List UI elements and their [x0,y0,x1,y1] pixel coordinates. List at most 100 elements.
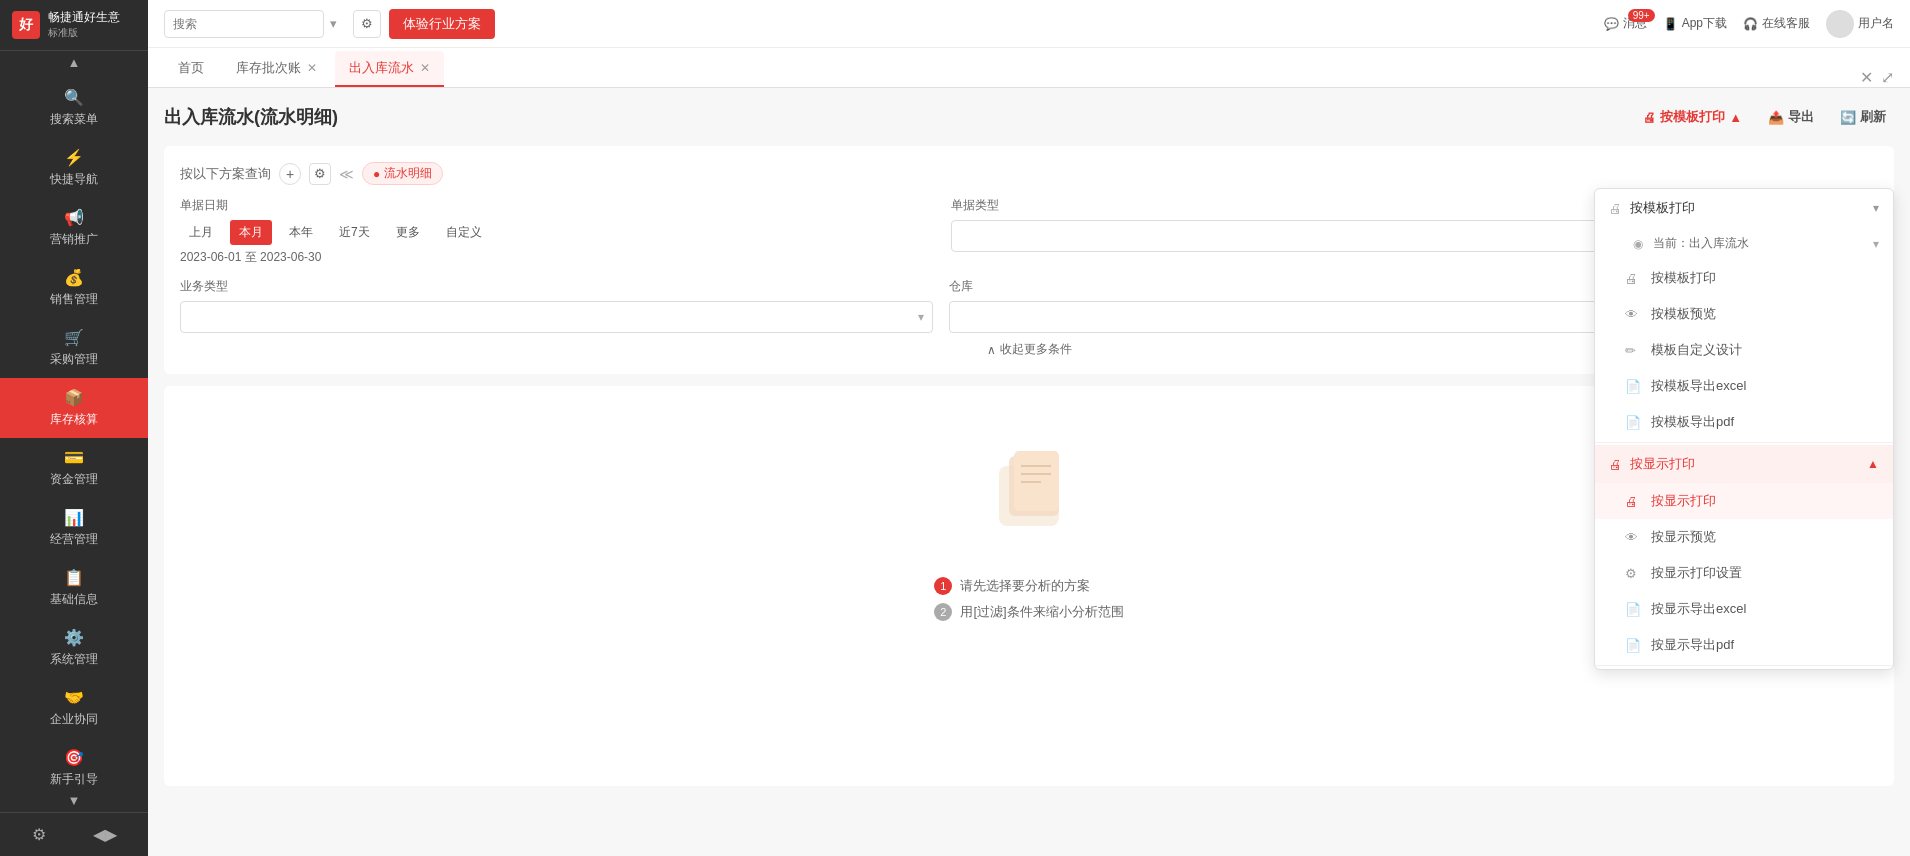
print-template-button[interactable]: 🖨 按模板打印 ▲ [1635,104,1750,130]
sidebar-item-enterprise-label: 企业协同 [50,711,98,728]
dropdown-template-custom-item[interactable]: ✏ 模板自定义设计 [1595,332,1893,368]
window-expand-button[interactable]: ⤢ [1881,68,1894,87]
filter-voucher-select[interactable]: ▾ [951,220,1706,252]
dropdown-display-print-header[interactable]: 🖨 按显示打印 ▲ [1595,445,1893,483]
tab-bar: 首页 库存批次账 ✕ 出入库流水 ✕ ✕ ⤢ [148,48,1910,88]
sidebar-scroll-down[interactable]: ▼ [0,789,148,812]
filter-business-dropdown-icon: ▾ [918,310,924,324]
template-export-pdf-icon: 📄 [1625,415,1641,430]
dropdown-display-export-excel-item[interactable]: 📄 按显示导出excel [1595,591,1893,627]
date-btn-more[interactable]: 更多 [387,220,429,245]
sidebar-item-sales[interactable]: 💰 销售管理 [0,258,148,318]
filter-business-select[interactable]: ▾ [180,301,933,333]
dropdown-display-preview-item[interactable]: 👁 按显示预览 [1595,519,1893,555]
refresh-label: 刷新 [1860,108,1886,126]
filter-add-button[interactable]: + [279,163,301,185]
user-avatar [1826,10,1854,38]
sidebar-item-marketing[interactable]: 📢 营销推广 [0,198,148,258]
sidebar-item-operation[interactable]: 📊 经营管理 [0,498,148,558]
sidebar-item-quick-nav-label: 快捷导航 [50,171,98,188]
sidebar-item-basic[interactable]: 📋 基础信息 [0,558,148,618]
display-export-excel-icon: 📄 [1625,602,1641,617]
tab-batch-account-close[interactable]: ✕ [307,61,317,75]
template-print-arrow-icon: ▾ [1873,201,1879,215]
sidebar-item-system[interactable]: ⚙️ 系统管理 [0,618,148,678]
tab-inventory-flow-close[interactable]: ✕ [420,61,430,75]
current-label-arrow[interactable]: ▾ [1873,237,1879,251]
operation-icon: 📊 [64,508,84,527]
sidebar-settings-btn[interactable]: ⚙ [32,825,46,844]
date-btn-this-year[interactable]: 本年 [280,220,322,245]
display-print-item-label: 按显示打印 [1651,492,1716,510]
export-button[interactable]: 📤 导出 [1760,104,1822,130]
dropdown-template-export-excel-item[interactable]: 📄 按模板导出excel [1595,368,1893,404]
display-export-pdf-label: 按显示导出pdf [1651,636,1734,654]
sidebar-scroll-up[interactable]: ▲ [0,51,148,74]
app-download-icon: 📱 [1663,17,1678,31]
topbar-gear-button[interactable]: ⚙ [353,10,381,38]
window-close-button[interactable]: ✕ [1860,68,1873,87]
template-print-item-icon: 🖨 [1625,271,1641,286]
sidebar-item-quick-nav[interactable]: ⚡ 快捷导航 [0,138,148,198]
export-icon: 📤 [1768,110,1784,125]
filter-date-label: 单据日期 [180,197,935,214]
dropdown-template-print-item[interactable]: 🖨 按模板打印 [1595,260,1893,296]
sidebar-item-newbie[interactable]: 🎯 新手引导 [0,738,148,789]
dropdown-template-preview-item[interactable]: 👁 按模板预览 [1595,296,1893,332]
collapse-label: 收起更多条件 [1000,341,1072,358]
sidebar-item-finance[interactable]: 💳 资金管理 [0,438,148,498]
page-content: 出入库流水(流水明细) 🖨 按模板打印 ▲ 📤 导出 🔄 刷新 [148,88,1910,856]
app-download-button[interactable]: 📱 App下载 [1663,15,1727,32]
message-icon: 💬 [1604,17,1619,31]
refresh-button[interactable]: 🔄 刷新 [1832,104,1894,130]
display-export-pdf-icon: 📄 [1625,638,1641,653]
basic-icon: 📋 [64,568,84,587]
filter-warehouse-label: 仓库 [949,278,1702,295]
online-service-label: 在线客服 [1762,15,1810,32]
tab-inventory-flow[interactable]: 出入库流水 ✕ [335,51,444,87]
message-button[interactable]: 💬 消息 99+ [1604,15,1647,32]
dropdown-template-export-pdf-item[interactable]: 📄 按模板导出pdf [1595,404,1893,440]
current-label-text: 当前：出入库流水 [1653,235,1749,252]
dropdown-default-settings-header[interactable]: ⚙ 设置默认功能 ▾ [1595,668,1893,669]
dropdown-template-print-header[interactable]: 🖨 按模板打印 ▾ [1595,189,1893,227]
topbar-search-input[interactable] [164,10,324,38]
template-print-item-label: 按模板打印 [1651,269,1716,287]
dropdown-display-print-title: 🖨 按显示打印 [1609,455,1695,473]
filter-date-range: 2023-06-01 至 2023-06-30 [180,249,935,266]
filter-voucher-label: 单据类型 [951,197,1706,214]
dropdown-display-print-item[interactable]: 🖨 按显示打印 [1595,483,1893,519]
collapse-arrow-icon: ∧ [987,343,996,357]
dropdown-scrollable: 🖨 按模板打印 ▾ ◉ 当前：出入库流水 ▾ 🖨 按模板打印 👁 按模板预览 [1595,189,1893,669]
quick-nav-icon: ⚡ [64,148,84,167]
refresh-icon: 🔄 [1840,110,1856,125]
dropdown-template-print-title: 🖨 按模板打印 [1609,199,1695,217]
display-print-item-icon: 🖨 [1625,494,1641,509]
sidebar-collapse-btn[interactable]: ◀▶ [93,825,117,844]
empty-step-1: 1 请先选择要分析的方案 [934,577,1123,595]
filter-warehouse-input[interactable]: ··· [949,301,1702,333]
date-btn-custom[interactable]: 自定义 [437,220,491,245]
filter-tag-water-detail[interactable]: ● 流水明细 [362,162,443,185]
sidebar-item-enterprise[interactable]: 🤝 企业协同 [0,678,148,738]
sidebar: 好 畅捷通好生意 标准版 ▲ 🔍 搜索菜单 ⚡ 快捷导航 📢 营销推广 💰 销售… [0,0,148,856]
sidebar-item-inventory[interactable]: 📦 库存核算 [0,378,148,438]
dropdown-display-print-settings-item[interactable]: ⚙ 按显示打印设置 [1595,555,1893,591]
date-btn-prev-month[interactable]: 上月 [180,220,222,245]
display-preview-icon: 👁 [1625,530,1641,545]
industry-solution-button[interactable]: 体验行业方案 [389,9,495,39]
sidebar-item-search[interactable]: 🔍 搜索菜单 [0,78,148,138]
online-service-button[interactable]: 🎧 在线客服 [1743,15,1810,32]
template-custom-item-icon: ✏ [1625,343,1641,358]
filter-collapse-button[interactable]: ≪ [339,166,354,182]
sidebar-item-purchase[interactable]: 🛒 采购管理 [0,318,148,378]
date-btn-last7days[interactable]: 近7天 [330,220,379,245]
filter-settings-button[interactable]: ⚙ [309,163,331,185]
dropdown-display-export-pdf-item[interactable]: 📄 按显示导出pdf [1595,627,1893,663]
topbar-search-dropdown-icon[interactable]: ▾ [330,16,337,31]
tab-home[interactable]: 首页 [164,51,218,87]
display-preview-label: 按显示预览 [1651,528,1716,546]
tab-batch-account[interactable]: 库存批次账 ✕ [222,51,331,87]
date-btn-this-month[interactable]: 本月 [230,220,272,245]
user-avatar-button[interactable]: 用户名 [1826,10,1894,38]
